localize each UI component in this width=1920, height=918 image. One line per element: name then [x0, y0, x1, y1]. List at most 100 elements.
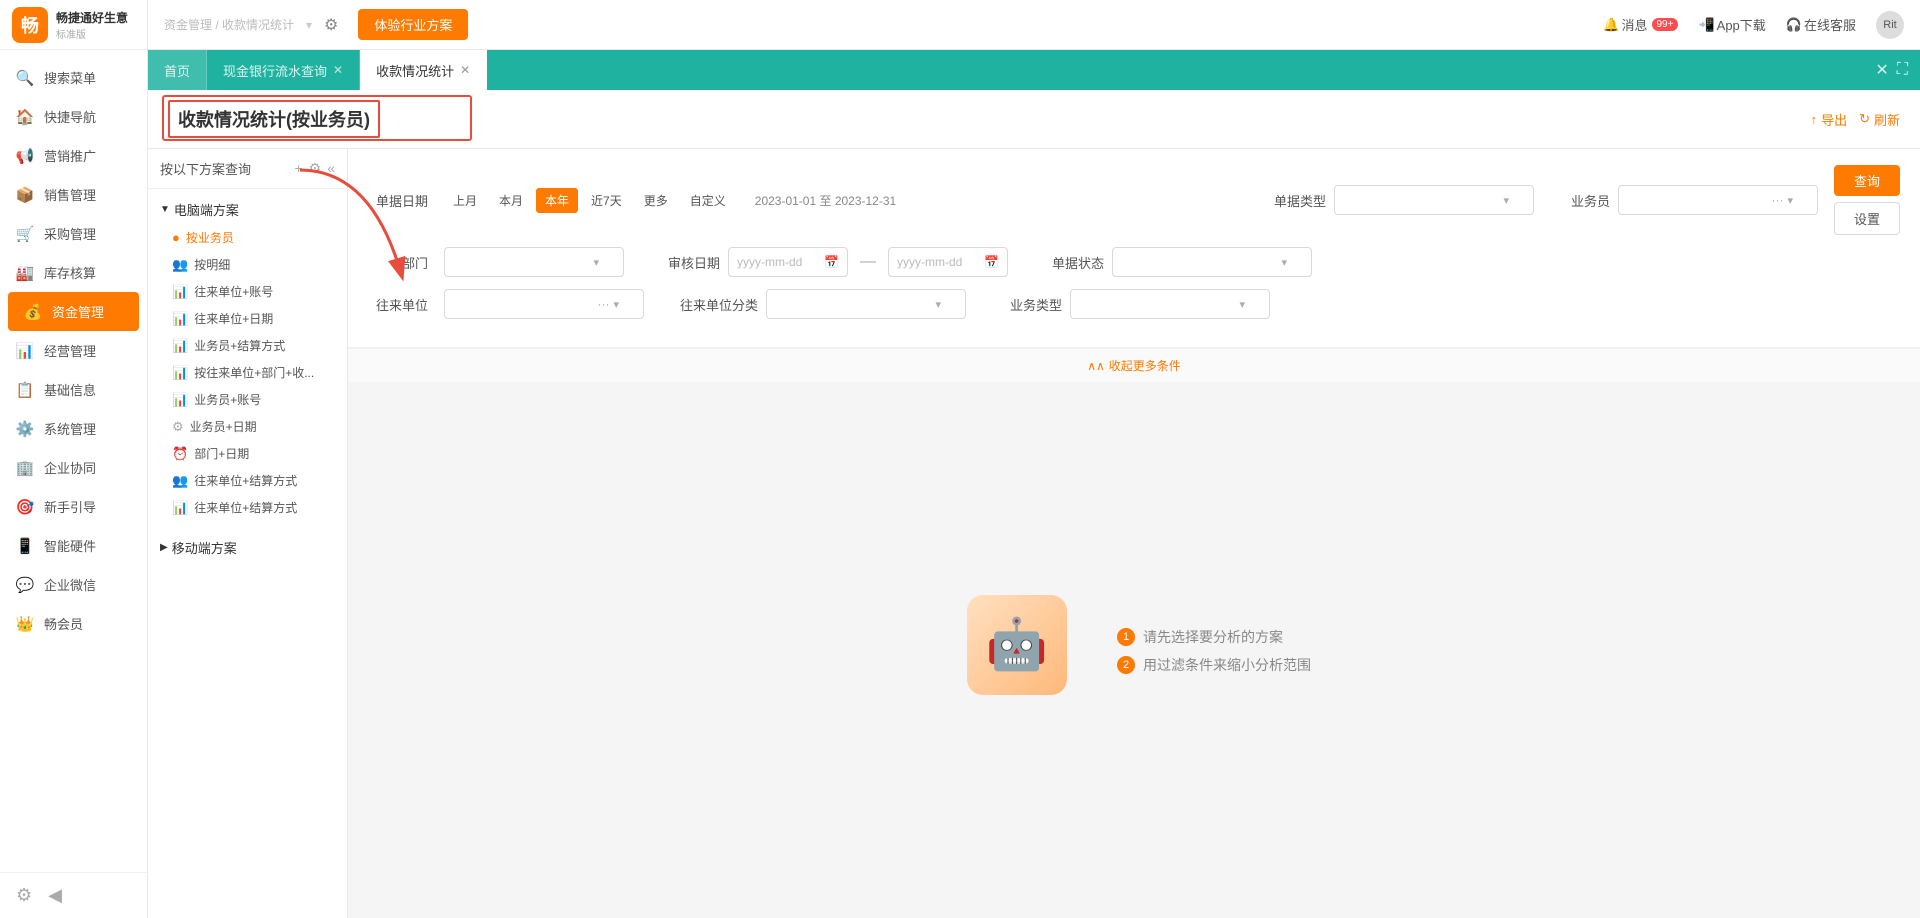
partner-settle1-icon: 👥: [172, 473, 188, 489]
finance-icon: 💰: [24, 303, 42, 321]
scheme-settings-icon[interactable]: ⚙: [309, 160, 322, 177]
sidebar-item-search[interactable]: 🔍 搜索菜单: [0, 58, 147, 97]
date-tab-this-month[interactable]: 本月: [490, 188, 532, 213]
salesman-select[interactable]: ··· ▾: [1618, 185, 1818, 215]
close-all-tabs-icon[interactable]: ✕: [1875, 60, 1888, 80]
empty-state: 🤖 1 请先选择要分析的方案 2 用过滤条件来缩小分析范围: [348, 382, 1920, 918]
collapse-panel-icon[interactable]: «: [327, 160, 335, 177]
topbar-gear-icon[interactable]: ⚙: [324, 15, 338, 35]
sidebar-item-system[interactable]: ⚙️ 系统管理: [0, 409, 147, 448]
sidebar-item-marketing[interactable]: 📢 营销推广: [0, 136, 147, 175]
logo-text: 畅捷通好生意 标准版: [56, 9, 128, 41]
notification-area[interactable]: 🔔 消息 99+: [1603, 15, 1678, 34]
fullscreen-icon[interactable]: ⛶: [1897, 61, 1908, 79]
user-avatar[interactable]: Rit: [1876, 11, 1904, 39]
mobile-group-title[interactable]: ▶ 移动端方案: [148, 533, 347, 562]
collapse-bar[interactable]: ∧∧ 收起更多条件: [348, 348, 1920, 382]
sidebar-item-enterprise[interactable]: 🏢 企业协同: [0, 448, 147, 487]
tab-receipt-close-icon[interactable]: ✕: [460, 63, 470, 77]
add-scheme-icon[interactable]: +: [294, 160, 302, 177]
partner-chevron-icon: ▾: [613, 298, 619, 311]
export-button[interactable]: ↑ 导出: [1811, 110, 1848, 129]
business-type-select[interactable]: ▾: [1070, 289, 1270, 319]
tab-bank[interactable]: 现金银行流水查询 ✕: [207, 50, 360, 90]
review-date-start-input[interactable]: yyyy-mm-dd 📅: [728, 247, 848, 277]
export-icon: ↑: [1811, 112, 1818, 127]
empty-text: 1 请先选择要分析的方案 2 用过滤条件来缩小分析范围: [1117, 627, 1311, 683]
partner-acct-icon: 📊: [172, 284, 188, 300]
scheme-item-dept-date[interactable]: ⏰ 部门+日期: [148, 440, 347, 467]
dept-select[interactable]: ▾: [444, 247, 624, 277]
partner-category-select[interactable]: ▾: [766, 289, 966, 319]
scheme-item-partner-date[interactable]: 📊 往来单位+日期: [148, 305, 347, 332]
partner-select[interactable]: ··· ▾: [444, 289, 644, 319]
sidebar-label-enterprise: 企业协同: [44, 458, 96, 477]
settings-bottom-icon[interactable]: ⚙: [16, 885, 32, 906]
sidebar-label-purchase: 采购管理: [44, 224, 96, 243]
tab-bank-close-icon[interactable]: ✕: [333, 63, 343, 77]
scheme-item-partner-settle2[interactable]: 📊 往来单位+结算方式: [148, 494, 347, 521]
sidebar-item-operations[interactable]: 📊 经营管理: [0, 331, 147, 370]
scheme-item-partner-settle1[interactable]: 👥 往来单位+结算方式: [148, 467, 347, 494]
doc-status-label: 单据状态: [1044, 253, 1104, 272]
app-download-area[interactable]: 📲 App下载: [1698, 15, 1765, 34]
online-service-area[interactable]: 🎧 在线客服: [1786, 15, 1856, 34]
smart-hw-icon: 📱: [16, 537, 34, 555]
date-tab-7days[interactable]: 近7天: [582, 188, 631, 213]
refresh-icon: ↻: [1859, 111, 1870, 127]
scheme-item-partner-dept[interactable]: 📊 按往来单位+部门+收...: [148, 359, 347, 386]
scheme-item-salesman-settle[interactable]: 📊 业务员+结算方式: [148, 332, 347, 359]
solution-button[interactable]: 体验行业方案: [358, 9, 468, 40]
sidebar-item-quick-nav[interactable]: 🏠 快捷导航: [0, 97, 147, 136]
scheme-item-by-salesman[interactable]: ● 按业务员: [148, 224, 347, 251]
date-tab-last-month[interactable]: 上月: [444, 188, 486, 213]
refresh-button[interactable]: ↻ 刷新: [1859, 110, 1900, 129]
scheme-item-partner-acct[interactable]: 📊 往来单位+账号: [148, 278, 347, 305]
sales-icon: 📦: [16, 186, 34, 204]
dept-label: 部门: [368, 253, 428, 272]
sidebar-item-inventory[interactable]: 🏭 库存核算: [0, 253, 147, 292]
sidebar-label-smart-hw: 智能硬件: [44, 536, 96, 555]
salesman-settle-icon: 📊: [172, 338, 188, 354]
topbar-chevron-icon: ▾: [306, 18, 312, 32]
collapse-sidebar-icon[interactable]: ◀: [48, 885, 62, 906]
doc-status-select[interactable]: ▾: [1112, 247, 1312, 277]
scheme-item-salesman-date[interactable]: ⚙ 业务员+日期: [148, 413, 347, 440]
sidebar-item-ent-wechat[interactable]: 💬 企业微信: [0, 565, 147, 604]
mobile-scheme-group: ▶ 移动端方案: [148, 527, 347, 568]
date-tab-this-year[interactable]: 本年: [536, 188, 578, 213]
tab-home[interactable]: 首页: [148, 50, 207, 90]
settings-button[interactable]: 设置: [1834, 202, 1900, 235]
group-arrow-icon: ▼: [160, 204, 170, 215]
salesman-date-icon: ⚙: [172, 419, 184, 435]
query-buttons: 查询 设置: [1834, 165, 1900, 235]
salesman-more-icon[interactable]: ···: [1771, 193, 1783, 207]
scheme-item-by-detail[interactable]: 👥 按明细: [148, 251, 347, 278]
page-title: 收款情况统计(按业务员): [168, 100, 380, 138]
query-button[interactable]: 查询: [1834, 165, 1900, 196]
operations-icon: 📊: [16, 342, 34, 360]
review-date-end-input[interactable]: yyyy-mm-dd 📅: [888, 247, 1008, 277]
service-label: 在线客服: [1804, 15, 1856, 34]
partner-more-icon[interactable]: ···: [597, 297, 609, 311]
biz-type-chevron-icon: ▾: [1239, 298, 1245, 311]
sidebar-item-newbie[interactable]: 🎯 新手引导: [0, 487, 147, 526]
tab-receipt[interactable]: 收款情况统计 ✕: [360, 50, 487, 90]
sidebar-item-basic-info[interactable]: 📋 基础信息: [0, 370, 147, 409]
sidebar-label-quick-nav: 快捷导航: [44, 107, 96, 126]
sidebar-item-smart-hw[interactable]: 📱 智能硬件: [0, 526, 147, 565]
partner-dept-icon: 📊: [172, 365, 188, 381]
date-tab-more[interactable]: 更多: [635, 188, 677, 213]
date-tab-custom[interactable]: 自定义: [681, 188, 735, 213]
scheme-item-salesman-acct[interactable]: 📊 业务员+账号: [148, 386, 347, 413]
panel-header: 按以下方案查询 + ⚙ «: [148, 149, 347, 189]
date-start-placeholder: yyyy-mm-dd: [737, 255, 802, 269]
sidebar-item-purchase[interactable]: 🛒 采购管理: [0, 214, 147, 253]
doc-type-select[interactable]: ▾: [1334, 185, 1534, 215]
desktop-group-title[interactable]: ▼ 电脑端方案: [148, 195, 347, 224]
sidebar-item-sales[interactable]: 📦 销售管理: [0, 175, 147, 214]
sidebar-item-finance[interactable]: 💰 资金管理: [8, 292, 139, 331]
search-icon: 🔍: [16, 69, 34, 87]
sidebar-item-member[interactable]: 👑 畅会员: [0, 604, 147, 643]
sidebar-label-operations: 经营管理: [44, 341, 96, 360]
